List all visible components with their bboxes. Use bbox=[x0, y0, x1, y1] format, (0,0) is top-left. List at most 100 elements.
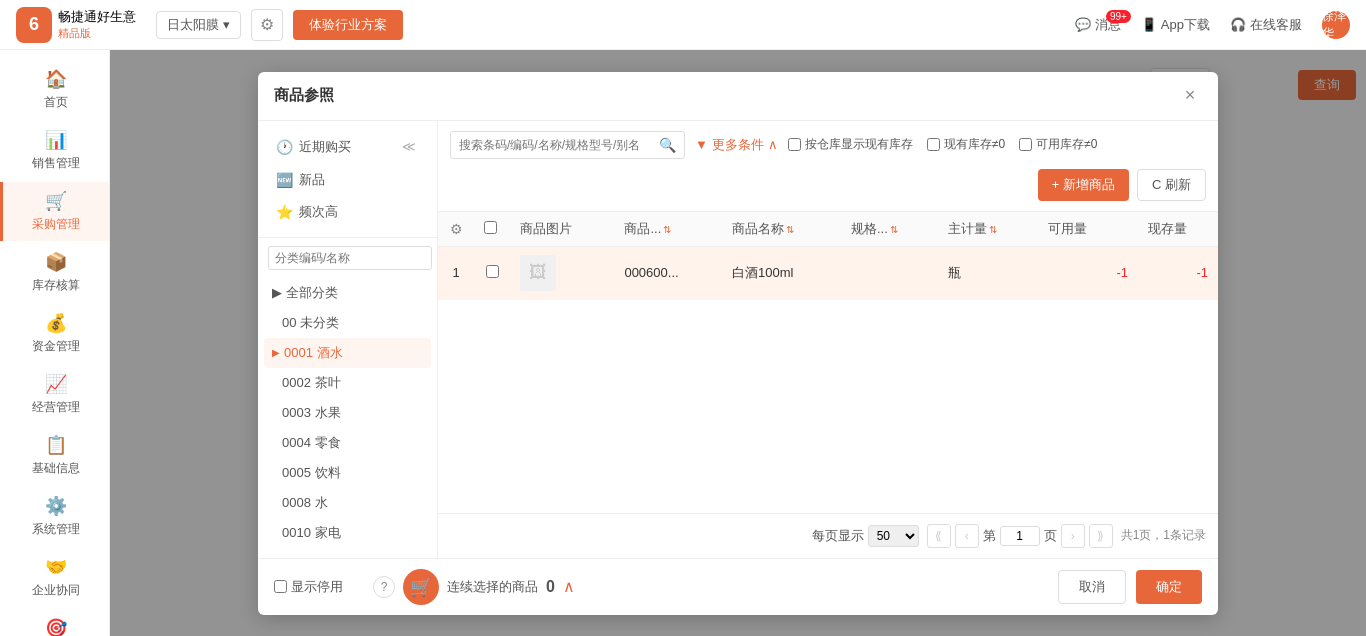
add-product-button[interactable]: + 新增商品 bbox=[1038, 169, 1129, 201]
dialog-body: 🕐 近期购买 ≪ 🆕 新品 ⭐ 频次高 bbox=[258, 121, 1218, 558]
prev-page-button[interactable]: ‹ bbox=[955, 524, 979, 548]
category-item-00[interactable]: 00 未分类 bbox=[264, 308, 431, 338]
service-button[interactable]: 🎧 在线客服 bbox=[1230, 16, 1302, 34]
new-product-filter[interactable]: 🆕 新品 bbox=[268, 165, 427, 195]
dialog-header: 商品参照 × bbox=[258, 72, 1218, 121]
user-menu[interactable]: 徐泽华 bbox=[1322, 11, 1350, 39]
settings-button[interactable]: ⚙ bbox=[251, 9, 283, 41]
page-size-selector: 每页显示 50 100 200 bbox=[812, 525, 919, 547]
toolbar-right-buttons: + 新增商品 C 刷新 bbox=[1038, 169, 1206, 201]
page-navigation: ⟪ ‹ 第 页 › ⟫ bbox=[927, 524, 1113, 548]
page-number-input[interactable] bbox=[1000, 526, 1040, 546]
product-thumbnail: 🖼 bbox=[520, 255, 556, 291]
message-button[interactable]: 💬 消息 99+ bbox=[1075, 16, 1121, 34]
sidebar-item-purchase[interactable]: 🛒 采购管理 bbox=[0, 182, 109, 241]
cart-button[interactable]: 🛒 bbox=[403, 569, 439, 605]
app-download-button[interactable]: 📱 App下载 bbox=[1141, 16, 1210, 34]
message-icon: 💬 bbox=[1075, 17, 1091, 32]
category-search: 🔍 bbox=[258, 238, 437, 278]
category-item-0002[interactable]: 0002 茶叶 bbox=[264, 368, 431, 398]
next-page-button[interactable]: › bbox=[1061, 524, 1085, 548]
row-available: -1 bbox=[1038, 246, 1138, 299]
content-area: 设置 查询 商品参照 × 🕐 bbox=[110, 50, 1366, 636]
recent-buy-filter[interactable]: 🕐 近期购买 ≪ bbox=[268, 131, 427, 163]
category-item-0004[interactable]: 0004 零食 bbox=[264, 428, 431, 458]
purchase-icon: 🛒 bbox=[45, 190, 67, 212]
sidebar-item-home[interactable]: 🏠 首页 bbox=[0, 60, 109, 119]
dialog-right-panel: 🔍 ▼ 更多条件 ∧ 按仓库显示现有库存 bbox=[438, 121, 1218, 558]
sidebar-item-system[interactable]: ⚙️ 系统管理 bbox=[0, 487, 109, 546]
pagination: 每页显示 50 100 200 ⟪ ‹ 第 bbox=[438, 513, 1218, 558]
sidebar-item-guide[interactable]: 🎯 新手引导 bbox=[0, 609, 109, 636]
trial-button[interactable]: 体验行业方案 bbox=[293, 10, 403, 40]
row-name: 白酒100ml bbox=[722, 246, 841, 299]
sidebar-item-basic[interactable]: 📋 基础信息 bbox=[0, 426, 109, 485]
high-frequency-filter[interactable]: ⭐ 频次高 bbox=[268, 197, 427, 227]
category-all[interactable]: ▶ 全部分类 bbox=[264, 278, 431, 308]
expand-icon: ▶ bbox=[272, 285, 282, 300]
avatar: 徐泽华 bbox=[1322, 11, 1350, 39]
footer-left: 显示停用 bbox=[274, 578, 343, 596]
store-selector[interactable]: 日太阳膜 ▾ bbox=[156, 11, 241, 39]
quick-filters: 🕐 近期购买 ≪ 🆕 新品 ⭐ 频次高 bbox=[258, 131, 437, 238]
product-reference-dialog: 商品参照 × 🕐 近期购买 ≪ � bbox=[258, 72, 1218, 615]
more-filter-button[interactable]: ▼ 更多条件 ∧ bbox=[695, 136, 778, 154]
row-checkbox[interactable] bbox=[474, 246, 510, 299]
active-arrow-icon: ▶ bbox=[272, 347, 280, 358]
dialog-title: 商品参照 bbox=[274, 86, 334, 105]
category-item-0005[interactable]: 0005 饮料 bbox=[264, 458, 431, 488]
category-item-0010[interactable]: 0010 家电 bbox=[264, 518, 431, 548]
product-table-container: ⚙ 商品图片 商品...⇅ bbox=[438, 212, 1218, 513]
footer-collapse-button[interactable]: ∧ bbox=[563, 577, 575, 596]
footer-center: ? 🛒 连续选择的商品 0 ∧ bbox=[373, 569, 575, 605]
nonzero-available-checkbox[interactable]: 可用库存≠0 bbox=[1019, 136, 1097, 153]
product-search-input[interactable] bbox=[451, 133, 651, 157]
product-search-box: 🔍 bbox=[450, 131, 685, 159]
category-search-input[interactable] bbox=[268, 246, 432, 270]
row-code: 000600... bbox=[614, 246, 722, 299]
col-name[interactable]: 商品名称⇅ bbox=[722, 212, 841, 247]
system-icon: ⚙️ bbox=[45, 495, 67, 517]
main-layout: 🏠 首页 📊 销售管理 🛒 采购管理 📦 库存核算 💰 资金管理 📈 经营管理 … bbox=[0, 50, 1366, 636]
new-icon: 🆕 bbox=[276, 172, 293, 188]
category-item-0008[interactable]: 0008 水 bbox=[264, 488, 431, 518]
table-row[interactable]: 1 🖼 000600... 白酒100ml bbox=[438, 246, 1218, 299]
collapse-left-button[interactable]: ≪ bbox=[399, 137, 419, 157]
guide-icon: 🎯 bbox=[45, 617, 67, 636]
filter-checkboxes: 按仓库显示现有库存 现有库存≠0 可用库存≠0 bbox=[788, 136, 1098, 153]
page-size-select[interactable]: 50 100 200 bbox=[868, 525, 919, 547]
first-page-button[interactable]: ⟪ bbox=[927, 524, 951, 548]
sidebar-item-inventory[interactable]: 📦 库存核算 bbox=[0, 243, 109, 302]
select-all-checkbox[interactable] bbox=[484, 221, 497, 234]
sidebar-item-enterprise[interactable]: 🤝 企业协同 bbox=[0, 548, 109, 607]
category-list: ▶ 全部分类 00 未分类 ▶ 0001 酒水 0002 茶 bbox=[258, 278, 437, 548]
col-code[interactable]: 商品...⇅ bbox=[614, 212, 722, 247]
headset-icon: 🎧 bbox=[1230, 17, 1246, 32]
refresh-button[interactable]: C 刷新 bbox=[1137, 169, 1206, 201]
col-spec[interactable]: 规格...⇅ bbox=[841, 212, 938, 247]
sidebar: 🏠 首页 📊 销售管理 🛒 采购管理 📦 库存核算 💰 资金管理 📈 经营管理 … bbox=[0, 50, 110, 636]
category-item-0003[interactable]: 0003 水果 bbox=[264, 398, 431, 428]
dialog-close-button[interactable]: × bbox=[1178, 84, 1202, 108]
product-search-button[interactable]: 🔍 bbox=[651, 132, 684, 158]
sidebar-item-finance[interactable]: 💰 资金管理 bbox=[0, 304, 109, 363]
help-button[interactable]: ? bbox=[373, 576, 395, 598]
home-icon: 🏠 bbox=[45, 68, 67, 90]
navbar-right: 💬 消息 99+ 📱 App下载 🎧 在线客服 徐泽华 bbox=[1075, 11, 1350, 39]
enterprise-icon: 🤝 bbox=[45, 556, 67, 578]
show-disabled-checkbox[interactable]: 显示停用 bbox=[274, 578, 343, 596]
warehouse-stock-checkbox[interactable]: 按仓库显示现有库存 bbox=[788, 136, 913, 153]
cancel-button[interactable]: 取消 bbox=[1058, 570, 1126, 604]
col-available: 可用量 bbox=[1038, 212, 1138, 247]
sidebar-item-sales[interactable]: 📊 销售管理 bbox=[0, 121, 109, 180]
col-image: 商品图片 bbox=[510, 212, 614, 247]
nonzero-stock-checkbox[interactable]: 现有库存≠0 bbox=[927, 136, 1005, 153]
page-info: 共1页，1条记录 bbox=[1121, 527, 1206, 544]
confirm-button[interactable]: 确定 bbox=[1136, 570, 1202, 604]
col-unit[interactable]: 主计量⇅ bbox=[938, 212, 1038, 247]
last-page-button[interactable]: ⟫ bbox=[1089, 524, 1113, 548]
sidebar-item-operation[interactable]: 📈 经营管理 bbox=[0, 365, 109, 424]
category-item-0001[interactable]: ▶ 0001 酒水 bbox=[264, 338, 431, 368]
column-settings-icon[interactable]: ⚙ bbox=[450, 221, 463, 237]
chevron-down-icon: ▾ bbox=[223, 17, 230, 32]
